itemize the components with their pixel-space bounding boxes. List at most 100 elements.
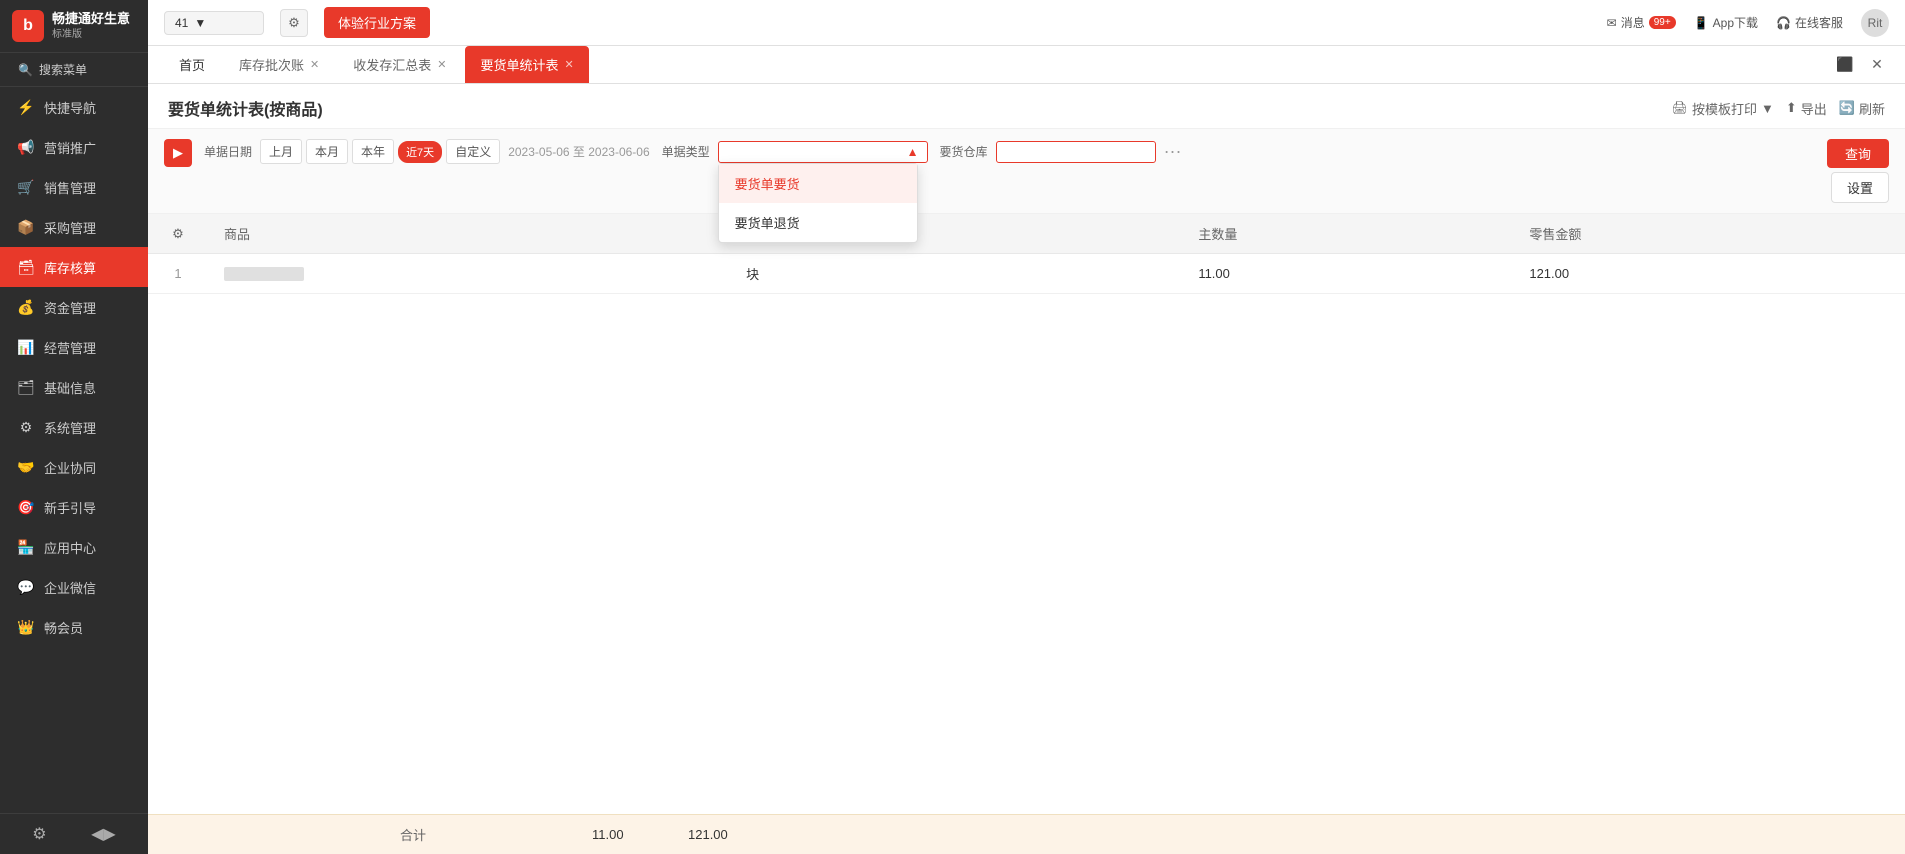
type-select-input[interactable] [727, 145, 907, 159]
tab-order-summary[interactable]: 要货单统计表 ✕ [465, 46, 588, 83]
guide-icon: 🎯 [16, 497, 36, 517]
warehouse-filter-group: 要货仓库 ··· [940, 141, 1182, 163]
sidebar-logo: b 畅捷通好生意 标准版 [0, 0, 148, 53]
message-badge: 99+ [1649, 16, 1676, 29]
phone-icon: 📱 [1694, 16, 1709, 30]
sales-icon: 🛒 [16, 177, 36, 197]
sidebar-item-marketing[interactable]: 📢 营销推广 [0, 127, 148, 167]
expand-icon: ▶ [173, 145, 183, 161]
search-icon: 🔍 [18, 63, 33, 77]
row-no: 1 [148, 254, 208, 294]
tab-expand-btn[interactable]: ⬛ [1833, 53, 1857, 77]
inventory-icon: 🗃 [16, 257, 36, 277]
sidebar-item-wechat[interactable]: 💬 企业微信 [0, 567, 148, 607]
sidebar-item-basic[interactable]: 🗂 基础信息 [0, 367, 148, 407]
settings-icon: ⚙ [172, 226, 184, 241]
table-header-row: ⚙ 商品 主计量单位 主数量 零售金额 [148, 214, 1905, 254]
refresh-btn[interactable]: 🔄 刷新 [1839, 99, 1885, 118]
dropdown-item-order[interactable]: 要货单要货 [719, 164, 917, 203]
type-dropdown: 要货单要货 要货单退货 [718, 163, 918, 243]
tab-home[interactable]: 首页 [164, 46, 220, 83]
sidebar-search[interactable]: 🔍 搜索菜单 [0, 53, 148, 87]
print-dropdown-icon: ▼ [1761, 101, 1774, 116]
user-avatar-action[interactable]: Rit [1861, 9, 1889, 37]
filter-actions: 查询 设置 [1827, 139, 1889, 203]
sidebar-item-appstore[interactable]: 🏪 应用中心 [0, 527, 148, 567]
tab-close-all-btn[interactable]: ✕ [1865, 53, 1889, 77]
basic-icon: 🗂 [16, 377, 36, 397]
page-actions: 🖨 按模板打印 ▼ ⬆ 导出 🔄 刷新 [1671, 99, 1885, 118]
tab-receive-summary[interactable]: 收发存汇总表 ✕ [338, 46, 461, 83]
date-btn-custom[interactable]: 自定义 [446, 139, 500, 164]
table-footer: 合计 11.00 121.00 [148, 814, 1905, 854]
export-btn[interactable]: ⬆ 导出 [1786, 99, 1827, 118]
date-btn-recent-7[interactable]: 近7天 [398, 141, 442, 163]
data-table: ⚙ 商品 主计量单位 主数量 零售金额 1 [148, 214, 1905, 294]
col-settings[interactable]: ⚙ [148, 214, 208, 254]
message-action[interactable]: ✉ 消息 99+ [1607, 14, 1676, 31]
header-gear-btn[interactable]: ⚙ [280, 9, 308, 37]
sidebar-item-quick-nav[interactable]: ⚡ 快捷导航 [0, 87, 148, 127]
tab-close-receive-summary[interactable]: ✕ [437, 58, 446, 71]
tab-inventory-batch[interactable]: 库存批次账 ✕ [224, 46, 334, 83]
message-icon: ✉ [1607, 16, 1617, 30]
type-select-arrow: ▲ [907, 145, 919, 159]
footer-amount: 121.00 [688, 827, 728, 842]
sidebar-item-purchase[interactable]: 📦 采购管理 [0, 207, 148, 247]
sidebar-item-vip[interactable]: 👑 畅会员 [0, 607, 148, 647]
tab-close-order-summary[interactable]: ✕ [565, 58, 574, 71]
product-name [224, 267, 304, 281]
sidebar-item-system[interactable]: ⚙ 系统管理 [0, 407, 148, 447]
date-range-display: 2023-05-06 至 2023-06-06 [508, 143, 649, 160]
settings-button[interactable]: 设置 [1831, 172, 1889, 203]
header-left: 41 ▼ ⚙ 体验行业方案 [164, 7, 430, 38]
filter-more-btn[interactable]: ··· [1164, 141, 1182, 162]
page-title: 要货单统计表(按商品) [168, 96, 323, 120]
dropdown-item-return[interactable]: 要货单退货 [719, 203, 917, 242]
sidebar-item-guide[interactable]: 🎯 新手引导 [0, 487, 148, 527]
appstore-icon: 🏪 [16, 537, 36, 557]
sidebar-item-sales[interactable]: 🛒 销售管理 [0, 167, 148, 207]
query-button[interactable]: 查询 [1827, 139, 1889, 168]
tab-close-inventory-batch[interactable]: ✕ [310, 58, 319, 71]
col-amount: 零售金额 [1513, 214, 1905, 254]
type-filter-group: 单据类型 ▲ 要货单要货 要货单退货 [662, 141, 928, 163]
date-btn-this-year[interactable]: 本年 [352, 139, 394, 164]
main-area: 41 ▼ ⚙ 体验行业方案 ✉ 消息 99+ 📱 App下载 🎧 在线客服 [148, 0, 1905, 854]
filter-expand-btn[interactable]: ▶ [164, 139, 192, 167]
print-template-btn[interactable]: 🖨 按模板打印 ▼ [1671, 99, 1773, 118]
sidebar-settings-btn[interactable]: ⚙ [32, 824, 46, 844]
type-select[interactable]: ▲ [718, 141, 928, 163]
marketing-icon: 📢 [16, 137, 36, 157]
footer-quantity: 11.00 [592, 827, 624, 842]
date-btn-last-month[interactable]: 上月 [260, 139, 302, 164]
user-avatar: Rit [1861, 9, 1889, 37]
wechat-icon: 💬 [16, 577, 36, 597]
row-amount: 121.00 [1513, 254, 1905, 294]
sidebar-item-enterprise[interactable]: 🤝 企业协同 [0, 447, 148, 487]
top-header: 41 ▼ ⚙ 体验行业方案 ✉ 消息 99+ 📱 App下载 🎧 在线客服 [148, 0, 1905, 46]
store-selector[interactable]: 41 ▼ [164, 11, 264, 35]
filter-row: 单据日期 上月 本月 本年 近7天 自定义 2023-05-06 至 2023-… [204, 139, 1815, 164]
page-content: 要货单统计表(按商品) 🖨 按模板打印 ▼ ⬆ 导出 🔄 刷新 [148, 84, 1905, 854]
online-service-action[interactable]: 🎧 在线客服 [1776, 14, 1843, 31]
date-btn-this-month[interactable]: 本月 [306, 139, 348, 164]
app-logo-icon: b [12, 10, 44, 42]
sidebar-collapse-btn[interactable]: ◀▶ [91, 824, 116, 844]
sidebar: b 畅捷通好生意 标准版 🔍 搜索菜单 ⚡ 快捷导航 📢 营销推广 🛒 销售管理… [0, 0, 148, 854]
tabs-bar: 首页 库存批次账 ✕ 收发存汇总表 ✕ 要货单统计表 ✕ ⬛ ✕ [148, 46, 1905, 84]
col-product: 商品 [208, 214, 730, 254]
warehouse-select-input[interactable] [1005, 145, 1147, 159]
dropdown-arrow-icon: ▼ [194, 16, 206, 30]
page-header: 要货单统计表(按商品) 🖨 按模板打印 ▼ ⬆ 导出 🔄 刷新 [148, 84, 1905, 129]
sidebar-item-inventory[interactable]: 🗃 库存核算 [0, 247, 148, 287]
warehouse-select[interactable] [996, 141, 1156, 163]
table-body: 1 块 11.00 121.00 [148, 254, 1905, 294]
trial-button[interactable]: 体验行业方案 [324, 7, 430, 38]
date-filter-label: 单据日期 [204, 143, 252, 160]
print-icon: 🖨 [1671, 100, 1688, 116]
app-download-action[interactable]: 📱 App下载 [1694, 14, 1758, 31]
sidebar-item-operations[interactable]: 📊 经营管理 [0, 327, 148, 367]
warehouse-filter-label: 要货仓库 [940, 143, 988, 160]
sidebar-item-finance[interactable]: 💰 资金管理 [0, 287, 148, 327]
